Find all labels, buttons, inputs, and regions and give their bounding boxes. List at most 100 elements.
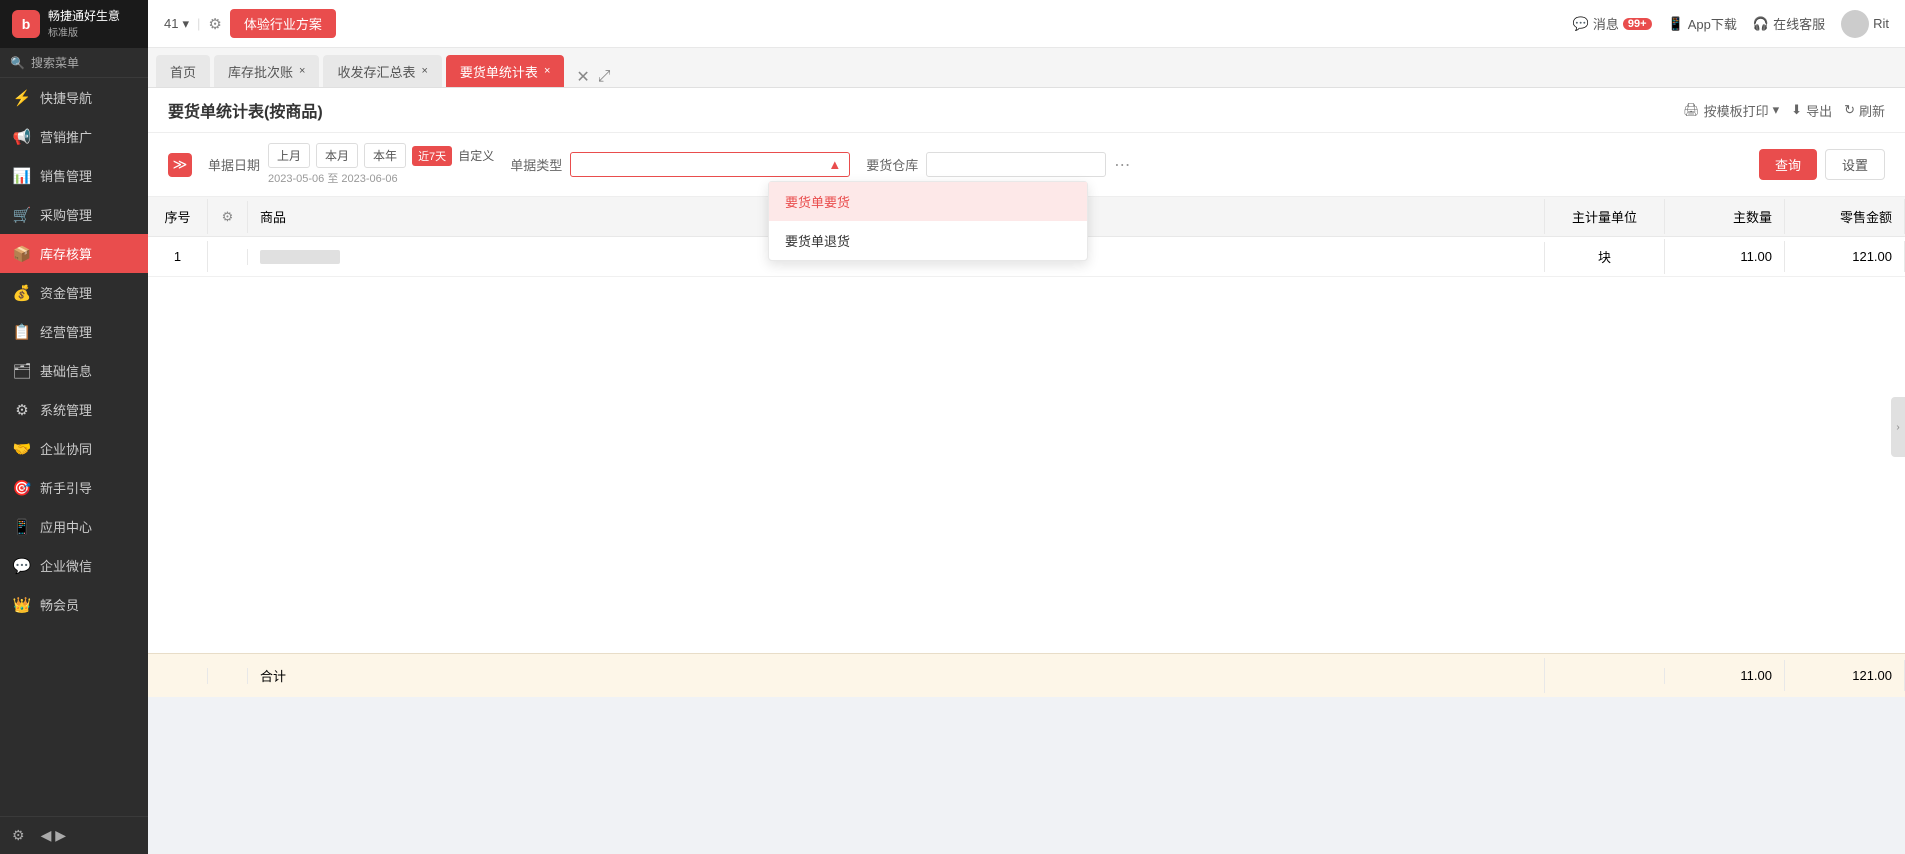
sidebar-item-finance[interactable]: 💰 资金管理 (0, 273, 148, 312)
cell-unit-1: 块 (1545, 239, 1665, 274)
sidebar-item-label: 系统管理 (40, 400, 92, 419)
sidebar-item-label: 营销推广 (40, 127, 92, 146)
tab-order-summary-close[interactable]: × (544, 65, 550, 77)
logo-icon: b (12, 10, 40, 38)
chevron-down-icon: ▾ (1773, 102, 1780, 118)
gear-icon[interactable]: ⚙ (208, 15, 221, 33)
sidebar-item-vip[interactable]: 👑 畅会员 (0, 585, 148, 624)
sidebar-item-label: 企业协同 (40, 439, 92, 458)
page-header: 要货单统计表(按商品) 🖨 按模板打印 ▾ ⬇ 导出 ↻ 刷新 (148, 88, 1905, 133)
vip-icon: 👑 (12, 596, 32, 614)
marketing-icon: 📢 (12, 128, 32, 146)
sidebar-item-sales[interactable]: 📊 销售管理 (0, 156, 148, 195)
notifications-badge: 99+ (1623, 18, 1652, 30)
warehouse-filter-label: 要货仓库 (866, 155, 918, 174)
tab-home[interactable]: 首页 (156, 55, 210, 87)
date-custom-btn[interactable]: 自定义 (458, 147, 494, 164)
tab-order-summary[interactable]: 要货单统计表 × (446, 55, 564, 87)
maximize-window-icon[interactable]: ⤢ (598, 68, 611, 86)
tab-collect-summary-label: 收发存汇总表 (337, 62, 415, 81)
dropdown-item-order-goods[interactable]: 要货单要货 (769, 182, 1087, 221)
close-window-icon[interactable]: ✕ (576, 67, 589, 87)
header-divider: | (197, 16, 200, 31)
header-right: 💬 消息 99+ 📱 App下载 🎧 在线客服 Rit (1573, 10, 1889, 38)
cell-num-1: 1 (148, 241, 208, 272)
filter-warehouse-group: 要货仓库 ⋯ (866, 152, 1130, 177)
filter-date-section: 上月 本月 本年 近7天 自定义 2023-05-06 至 2023-06-06 (268, 143, 494, 186)
more-filters-icon[interactable]: ⋯ (1114, 155, 1130, 175)
date-this-year-btn[interactable]: 本年 (364, 143, 406, 168)
dropdown-item-order-return[interactable]: 要货单退货 (769, 221, 1087, 260)
col-header-amount: 零售金额 (1785, 199, 1905, 234)
filter-actions: 查询 设置 (1759, 149, 1885, 180)
sidebar-scroll: ⚡ 快捷导航 📢 营销推广 📊 销售管理 🛒 采购管理 📦 库存核算 💰 资金管… (0, 78, 148, 816)
filter-bar: ≫ 单据日期 上月 本月 本年 近7天 自定义 2023-05-06 至 202… (148, 133, 1905, 197)
sidebar-item-purchase[interactable]: 🛒 采购管理 (0, 195, 148, 234)
sales-icon: 📊 (12, 167, 32, 185)
date-last-7-days-btn[interactable]: 近7天 (412, 146, 452, 166)
sidebar-item-quick-nav[interactable]: ⚡ 快捷导航 (0, 78, 148, 117)
sidebar-item-inventory[interactable]: 📦 库存核算 (0, 234, 148, 273)
data-table: 序号 ⚙ 商品 主计量单位 主数量 零售金额 (148, 197, 1905, 697)
store-dropdown[interactable]: 41 ▾ (164, 16, 189, 32)
total-settings-cell (208, 668, 248, 684)
right-collapse-handle[interactable]: › (1891, 397, 1905, 457)
download-icon: 📱 (1668, 16, 1684, 32)
sidebar-item-enterprise[interactable]: 🤝 企业协同 (0, 429, 148, 468)
settings-bottom-icon[interactable]: ⚙ (12, 827, 25, 844)
service-icon: 🎧 (1753, 16, 1769, 32)
print-btn[interactable]: 🖨 按模板打印 ▾ (1683, 101, 1779, 120)
date-prev-month-btn[interactable]: 上月 (268, 143, 310, 168)
total-unit-cell (1545, 668, 1665, 684)
export-btn[interactable]: ⬇ 导出 (1791, 101, 1832, 120)
type-filter-input[interactable]: ▲ (570, 152, 850, 177)
notifications-btn[interactable]: 💬 消息 99+ (1573, 14, 1652, 33)
cell-amount-1: 121.00 (1785, 241, 1905, 272)
sidebar-item-operations[interactable]: 📋 经营管理 (0, 312, 148, 351)
tab-collect-summary-close[interactable]: × (421, 65, 427, 77)
online-service-btn[interactable]: 🎧 在线客服 (1753, 14, 1825, 33)
sidebar-search[interactable]: 🔍 搜索菜单 (0, 48, 148, 78)
sidebar-item-system[interactable]: ⚙ 系统管理 (0, 390, 148, 429)
sidebar-item-base[interactable]: 🗂 基础信息 (0, 351, 148, 390)
query-button[interactable]: 查询 (1759, 149, 1817, 180)
filter-toggle-btn[interactable]: ≫ (168, 153, 192, 177)
warehouse-filter-input[interactable] (926, 152, 1106, 177)
export-icon: ⬇ (1791, 102, 1802, 118)
store-number: 41 (164, 16, 178, 31)
finance-icon: 💰 (12, 284, 32, 302)
collapse-sidebar-button[interactable]: ◀ ▶ (41, 827, 66, 844)
logo-name: 畅捷通好生意 (48, 9, 120, 25)
header-left: 41 ▾ | ⚙ 体验行业方案 (164, 9, 1557, 38)
table-total-row: 合计 11.00 121.00 (148, 653, 1905, 697)
product-placeholder (260, 250, 340, 264)
user-profile[interactable]: Rit (1841, 10, 1889, 38)
search-icon: 🔍 (10, 56, 25, 70)
app-download-btn[interactable]: 📱 App下载 (1668, 14, 1737, 33)
refresh-btn[interactable]: ↻ 刷新 (1844, 101, 1885, 120)
refresh-icon: ↻ (1844, 102, 1855, 118)
sidebar-item-label: 经营管理 (40, 322, 92, 341)
sidebar-item-marketing[interactable]: 📢 营销推广 (0, 117, 148, 156)
tab-inventory-batch-close[interactable]: × (299, 65, 305, 77)
operations-icon: 📋 (12, 323, 32, 341)
sidebar-item-guide[interactable]: 🎯 新手引导 (0, 468, 148, 507)
sidebar-item-label: 资金管理 (40, 283, 92, 302)
sidebar-item-wechat[interactable]: 💬 企业微信 (0, 546, 148, 585)
tab-inventory-batch-label: 库存批次账 (228, 62, 293, 81)
total-label-cell: 合计 (248, 658, 1545, 693)
date-this-month-btn[interactable]: 本月 (316, 143, 358, 168)
main-area: 41 ▾ | ⚙ 体验行业方案 💬 消息 99+ 📱 App下载 🎧 在线客服 (148, 0, 1905, 854)
col-header-settings[interactable]: ⚙ (208, 201, 248, 233)
trial-btn[interactable]: 体验行业方案 (230, 9, 336, 38)
type-dropdown: 要货单要货 要货单退货 (768, 181, 1088, 261)
enterprise-icon: 🤝 (12, 440, 32, 458)
tab-inventory-batch[interactable]: 库存批次账 × (214, 55, 319, 87)
settings-button[interactable]: 设置 (1825, 149, 1885, 180)
tab-collect-summary[interactable]: 收发存汇总表 × (323, 55, 441, 87)
sidebar-logo: b 畅捷通好生意 标准版 (0, 0, 148, 48)
sidebar-item-appstore[interactable]: 📱 应用中心 (0, 507, 148, 546)
cell-qty-1: 11.00 (1665, 241, 1785, 272)
guide-icon: 🎯 (12, 479, 32, 497)
page-content: 要货单统计表(按商品) 🖨 按模板打印 ▾ ⬇ 导出 ↻ 刷新 ≫ (148, 88, 1905, 854)
